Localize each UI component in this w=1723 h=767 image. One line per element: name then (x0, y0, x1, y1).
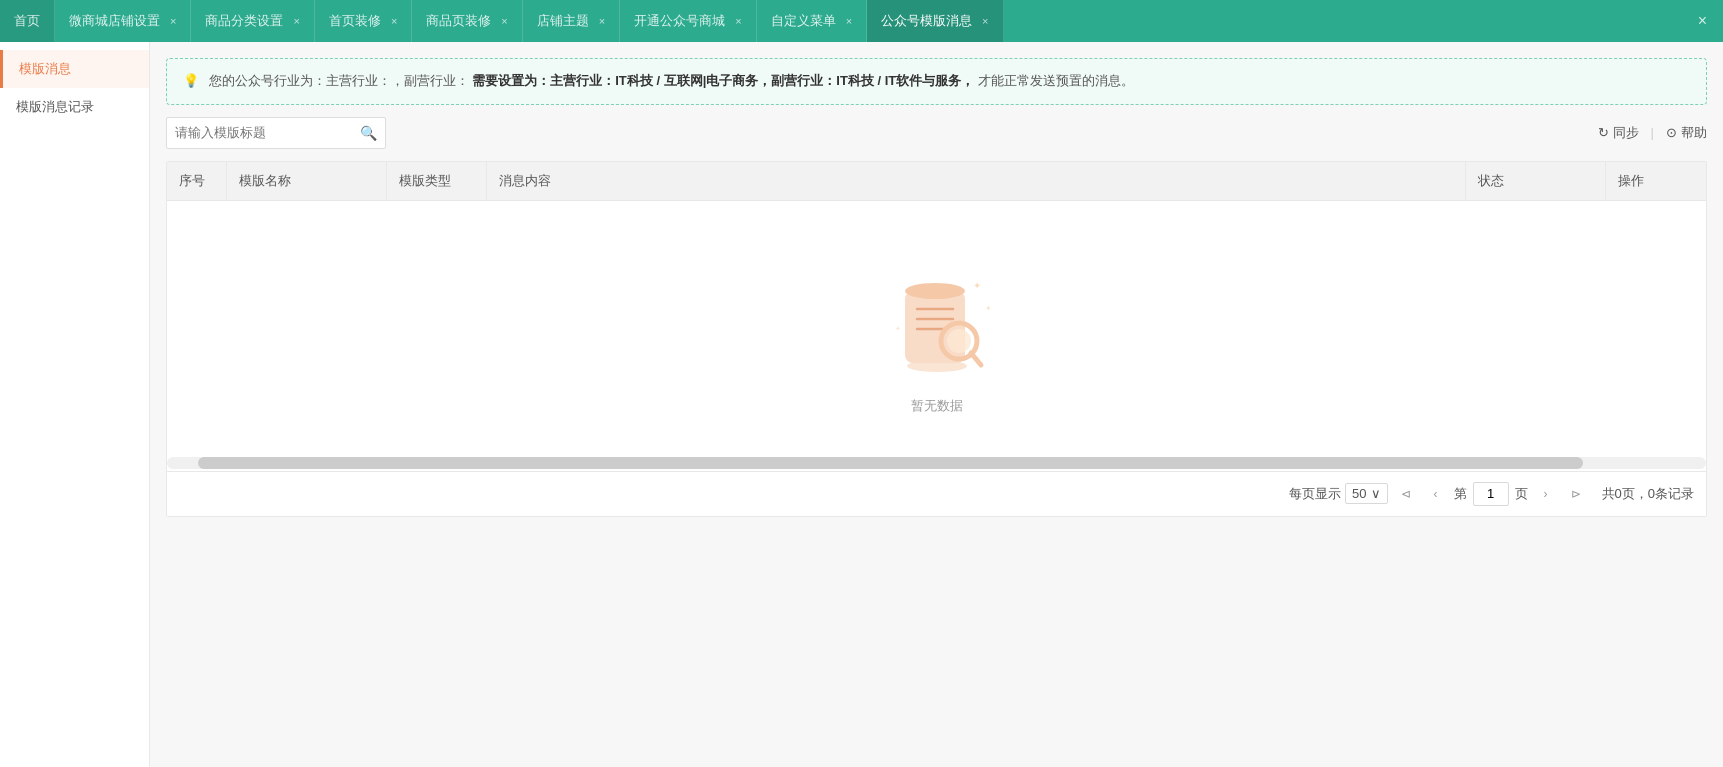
notice-highlight: 需要设置为：主营行业：IT科技 / 互联网|电子商务，副营行业：IT科技 / I… (472, 73, 974, 88)
tab-wshop-label: 微商城店铺设置 (69, 12, 160, 30)
help-button[interactable]: ⊙ 帮助 (1666, 124, 1707, 142)
pagination: 每页显示 50 ∨ ⊲ ‹ 第 页 › ⊳ 共0页，0条记录 (167, 471, 1706, 516)
horizontal-scrollbar[interactable] (167, 457, 1706, 469)
close-homepage-icon[interactable]: × (391, 15, 397, 27)
th-type: 模版类型 (387, 162, 487, 200)
close-custommenu-icon[interactable]: × (846, 15, 852, 27)
close-productpage-icon[interactable]: × (501, 15, 507, 27)
tab-home-label: 首页 (14, 12, 40, 30)
close-template-icon[interactable]: × (982, 15, 988, 27)
sidebar-item-template-msg-log-label: 模版消息记录 (16, 99, 94, 114)
sidebar: 模版消息 模版消息记录 (0, 42, 150, 767)
search-bar: 🔍 ↻ 同步 | ⊙ 帮助 (166, 117, 1707, 149)
search-icon[interactable]: 🔍 (360, 125, 377, 141)
empty-illustration: ✦ ✦ ✦ (877, 261, 997, 381)
empty-text: 暂无数据 (911, 397, 963, 415)
prev-page-button[interactable]: ‹ (1424, 482, 1448, 506)
help-label: 帮助 (1681, 124, 1707, 142)
page-label: 页 (1515, 485, 1528, 503)
help-circle-icon: ⊙ (1666, 125, 1677, 140)
tab-wshop[interactable]: 微商城店铺设置 × (55, 0, 191, 42)
page-prefix: 第 (1454, 485, 1467, 503)
divider: | (1651, 125, 1654, 140)
search-actions: ↻ 同步 | ⊙ 帮助 (1598, 124, 1707, 142)
svg-text:✦: ✦ (895, 325, 901, 332)
svg-point-7 (947, 329, 971, 353)
empty-state: ✦ ✦ ✦ 暂无数据 (167, 201, 1706, 455)
notice-box: 💡 您的公众号行业为：主营行业：，副营行业： 需要设置为：主营行业：IT科技 /… (166, 58, 1707, 105)
close-all-button[interactable]: × (1682, 12, 1723, 30)
sidebar-item-template-msg-log[interactable]: 模版消息记录 (0, 88, 149, 126)
main-layout: 模版消息 模版消息记录 💡 您的公众号行业为：主营行业：，副营行业： 需要设置为… (0, 42, 1723, 767)
notice-suffix: 才能正常发送预置的消息。 (978, 73, 1134, 88)
tab-mall-label: 开通公众号商城 (634, 12, 725, 30)
close-category-icon[interactable]: × (293, 15, 299, 27)
main-content: 💡 您的公众号行业为：主营行业：，副营行业： 需要设置为：主营行业：IT科技 /… (150, 42, 1723, 767)
tab-template[interactable]: 公众号模版消息 × (867, 0, 1003, 42)
tab-homepage[interactable]: 首页装修 × (315, 0, 412, 42)
tab-home[interactable]: 首页 (0, 0, 55, 42)
svg-text:✦: ✦ (973, 280, 981, 291)
tab-mall[interactable]: 开通公众号商城 × (620, 0, 756, 42)
th-action: 操作 (1606, 162, 1706, 200)
page-size-value: 50 (1352, 486, 1366, 501)
next-page-button[interactable]: › (1534, 482, 1558, 506)
page-size-dropdown[interactable]: 50 ∨ (1345, 483, 1387, 504)
search-input[interactable] (175, 125, 360, 140)
chevron-down-icon: ∨ (1371, 486, 1381, 501)
svg-text:✦: ✦ (985, 304, 992, 313)
tab-theme[interactable]: 店铺主题 × (523, 0, 620, 42)
search-input-wrap: 🔍 (166, 117, 386, 149)
tab-custommenu-label: 自定义菜单 (771, 12, 836, 30)
close-theme-icon[interactable]: × (599, 15, 605, 27)
th-content: 消息内容 (487, 162, 1466, 200)
th-status: 状态 (1466, 162, 1606, 200)
th-name: 模版名称 (227, 162, 387, 200)
scrollbar-thumb[interactable] (198, 457, 1583, 469)
last-page-button[interactable]: ⊳ (1564, 482, 1588, 506)
close-wshop-icon[interactable]: × (170, 15, 176, 27)
tab-productpage[interactable]: 商品页装修 × (412, 0, 522, 42)
tab-productpage-label: 商品页装修 (426, 12, 491, 30)
tab-homepage-label: 首页装修 (329, 12, 381, 30)
sidebar-item-template-msg-label: 模版消息 (19, 61, 71, 76)
svg-point-2 (905, 283, 965, 299)
table-header: 序号 模版名称 模版类型 消息内容 状态 操作 (167, 162, 1706, 201)
current-page-input[interactable] (1473, 482, 1509, 506)
page-size-label: 每页显示 (1289, 485, 1341, 503)
tab-custommenu[interactable]: 自定义菜单 × (757, 0, 867, 42)
th-seq: 序号 (167, 162, 227, 200)
top-nav: 首页 微商城店铺设置 × 商品分类设置 × 首页装修 × 商品页装修 × 店铺主… (0, 0, 1723, 42)
notice-bulb-icon: 💡 (183, 73, 199, 88)
close-mall-icon[interactable]: × (735, 15, 741, 27)
sync-label: 同步 (1613, 124, 1639, 142)
first-page-button[interactable]: ⊲ (1394, 482, 1418, 506)
svg-line-8 (971, 353, 981, 365)
tab-theme-label: 店铺主题 (537, 12, 589, 30)
sync-button[interactable]: ↻ 同步 (1598, 124, 1639, 142)
sidebar-item-template-msg[interactable]: 模版消息 (0, 50, 149, 88)
data-table: 序号 模版名称 模版类型 消息内容 状态 操作 (166, 161, 1707, 517)
tab-template-label: 公众号模版消息 (881, 12, 972, 30)
tab-category[interactable]: 商品分类设置 × (191, 0, 314, 42)
notice-prefix: 您的公众号行业为：主营行业：，副营行业： (209, 73, 469, 88)
page-size-select: 每页显示 50 ∨ (1289, 483, 1387, 504)
sync-icon: ↻ (1598, 125, 1609, 140)
total-info: 共0页，0条记录 (1602, 485, 1694, 503)
tab-category-label: 商品分类设置 (205, 12, 283, 30)
